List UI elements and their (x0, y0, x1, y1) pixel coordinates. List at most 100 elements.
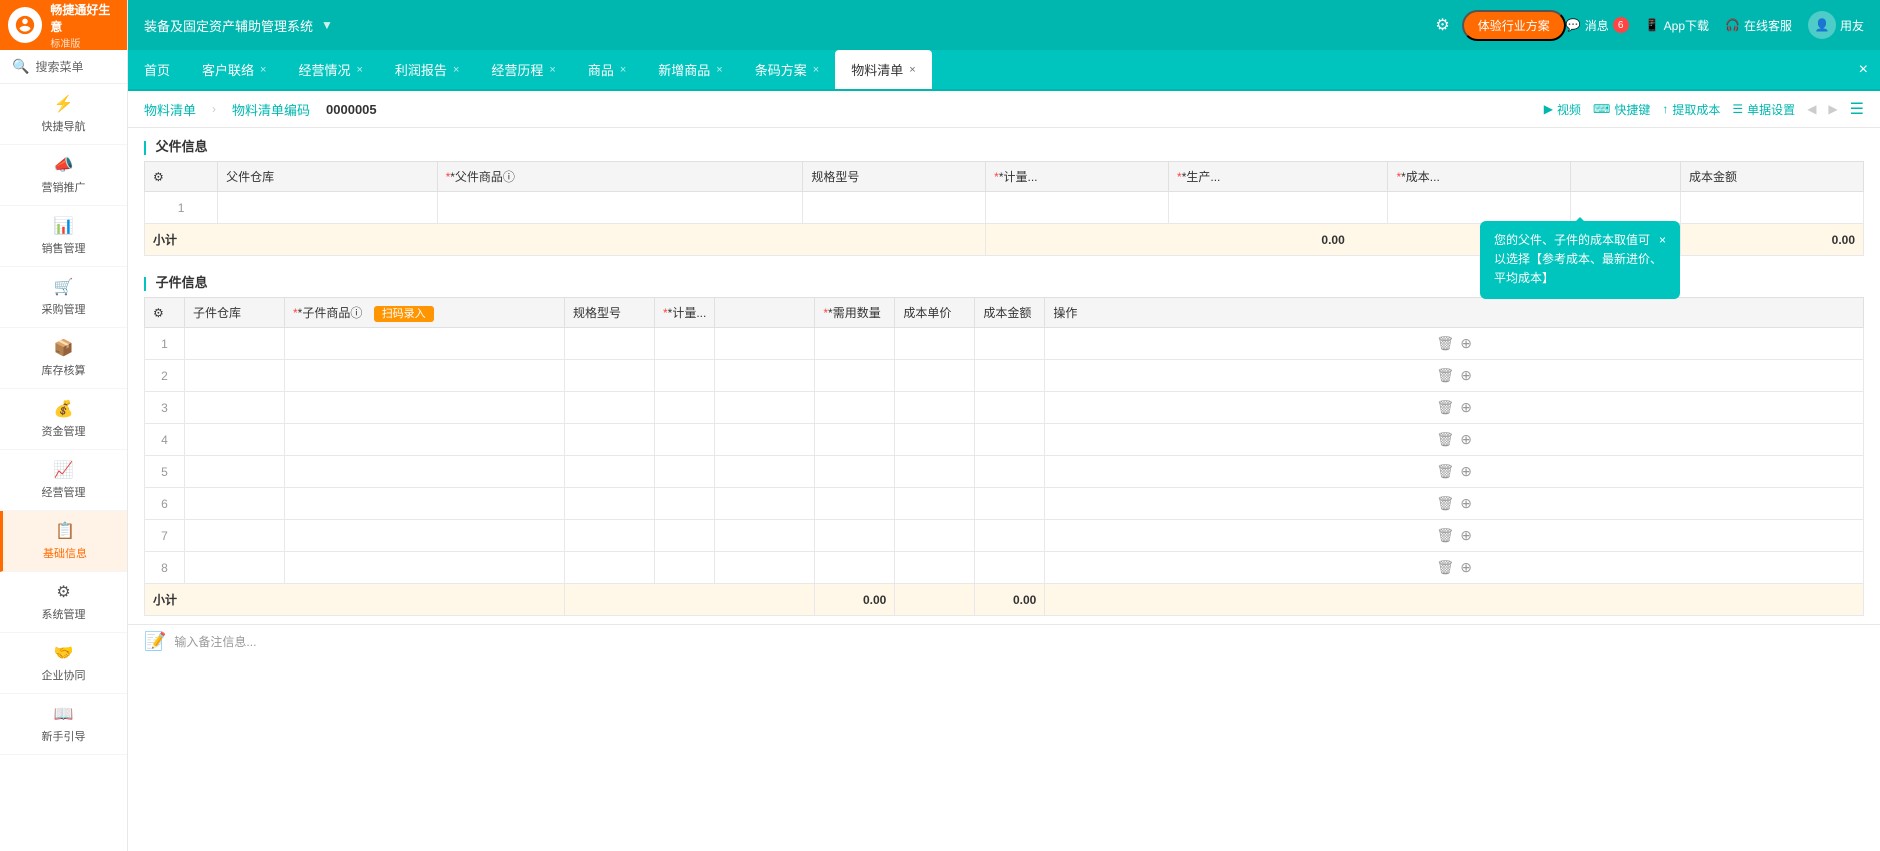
tooltip-close-button[interactable]: × (1659, 231, 1666, 250)
tab-close-icon[interactable]: × (813, 64, 819, 76)
delete-icon[interactable]: 🗑 (1436, 431, 1454, 448)
child-warehouse-cell[interactable] (185, 424, 285, 456)
parent-unit-cell[interactable] (986, 192, 1169, 224)
child-warehouse-cell[interactable] (185, 328, 285, 360)
copy-icon[interactable]: ⊕ (1460, 431, 1472, 448)
copy-icon[interactable]: ⊕ (1460, 495, 1472, 512)
delete-icon[interactable]: 🗑 (1436, 463, 1454, 480)
note-placeholder[interactable]: 输入备注信息... (174, 633, 256, 650)
child-unit-price-cell[interactable] (895, 488, 975, 520)
nav-tab-条码方案[interactable]: 条码方案× (739, 50, 835, 89)
sidebar-item-企业协同[interactable]: 🤝企业协同 (0, 633, 127, 694)
tab-close-icon[interactable]: × (549, 64, 555, 76)
close-all-tabs-button[interactable]: × (1847, 61, 1880, 79)
app-download-button[interactable]: 📱 App下载 (1645, 17, 1709, 34)
child-warehouse-cell[interactable] (185, 360, 285, 392)
child-qty-cell[interactable] (815, 456, 895, 488)
nav-next-icon[interactable]: ▶ (1828, 102, 1837, 116)
nav-tab-物料清单[interactable]: 物料清单× (835, 50, 931, 89)
sidebar-item-资金管理[interactable]: 💰资金管理 (0, 389, 127, 450)
sidebar-item-采购管理[interactable]: 🛒采购管理 (0, 267, 127, 328)
copy-icon[interactable]: ⊕ (1460, 367, 1472, 384)
nav-tab-商品[interactable]: 商品× (572, 50, 642, 89)
child-warehouse-cell[interactable] (185, 520, 285, 552)
breadcrumb-list[interactable]: 物料清单 (144, 100, 196, 119)
trial-button[interactable]: 体验行业方案 (1462, 10, 1566, 41)
child-unit-cell[interactable] (655, 456, 715, 488)
child-product-cell[interactable] (285, 488, 565, 520)
doc-settings-action[interactable]: ☰ 单据设置 (1732, 101, 1795, 118)
child-product-cell[interactable] (285, 552, 565, 584)
child-spec-cell[interactable] (565, 520, 655, 552)
parent-cost-cell[interactable] (1388, 192, 1571, 224)
nav-tab-经营情况[interactable]: 经营情况× (282, 50, 378, 89)
child-col-settings[interactable]: ⚙ (145, 298, 185, 328)
child-product-cell[interactable] (285, 328, 565, 360)
child-spec-cell[interactable] (565, 360, 655, 392)
child-unit-price-cell[interactable] (895, 552, 975, 584)
list-view-icon[interactable]: ☰ (1850, 99, 1864, 119)
sidebar-item-基础信息[interactable]: 📋基础信息 (0, 511, 127, 572)
child-spec-cell[interactable] (565, 328, 655, 360)
child-warehouse-cell[interactable] (185, 392, 285, 424)
sidebar-item-营销推广[interactable]: 📣营销推广 (0, 145, 127, 206)
child-spec-cell[interactable] (565, 424, 655, 456)
child-qty-cell[interactable] (815, 552, 895, 584)
child-product-cell[interactable] (285, 392, 565, 424)
nav-tab-新增商品[interactable]: 新增商品× (642, 50, 738, 89)
child-qty-cell[interactable] (815, 424, 895, 456)
child-unit-price-cell[interactable] (895, 328, 975, 360)
delete-icon[interactable]: 🗑 (1436, 495, 1454, 512)
delete-icon[interactable]: 🗑 (1436, 399, 1454, 416)
system-dropdown-arrow[interactable]: ▼ (321, 18, 333, 32)
child-qty-cell[interactable] (815, 360, 895, 392)
copy-icon[interactable]: ⊕ (1460, 335, 1472, 352)
sidebar-item-新手引导[interactable]: 📖新手引导 (0, 694, 127, 755)
child-unit-cell[interactable] (655, 488, 715, 520)
shortcut-action[interactable]: ⌨ 快捷键 (1593, 101, 1650, 118)
nav-prev-icon[interactable]: ◀ (1807, 102, 1816, 116)
child-unit-cell[interactable] (655, 328, 715, 360)
child-unit-cell[interactable] (655, 552, 715, 584)
tab-close-icon[interactable]: × (453, 64, 459, 76)
nav-tab-利润报告[interactable]: 利润报告× (379, 50, 475, 89)
child-unit-price-cell[interactable] (895, 360, 975, 392)
copy-icon[interactable]: ⊕ (1460, 559, 1472, 576)
child-product-cell[interactable] (285, 456, 565, 488)
child-unit-cell[interactable] (655, 424, 715, 456)
nav-tab-经营历程[interactable]: 经营历程× (475, 50, 571, 89)
child-qty-cell[interactable] (815, 392, 895, 424)
tab-close-icon[interactable]: × (620, 64, 626, 76)
extract-cost-action[interactable]: ↑ 提取成本 (1662, 101, 1720, 118)
child-qty-cell[interactable] (815, 328, 895, 360)
tab-close-icon[interactable]: × (260, 64, 266, 76)
video-action[interactable]: ▶ 视频 (1544, 101, 1581, 118)
child-warehouse-cell[interactable] (185, 552, 285, 584)
search-menu-item[interactable]: 🔍 搜索菜单 (0, 50, 127, 84)
copy-icon[interactable]: ⊕ (1460, 527, 1472, 544)
user-avatar[interactable]: 👤 用友 (1808, 11, 1864, 39)
copy-icon[interactable]: ⊕ (1460, 463, 1472, 480)
child-unit-cell[interactable] (655, 360, 715, 392)
parent-production-cell[interactable] (1169, 192, 1388, 224)
child-warehouse-cell[interactable] (185, 488, 285, 520)
nav-tab-首页[interactable]: 首页 (128, 50, 186, 89)
nav-tab-客户联络[interactable]: 客户联络× (186, 50, 282, 89)
child-product-cell[interactable] (285, 424, 565, 456)
delete-icon[interactable]: 🗑 (1436, 527, 1454, 544)
sidebar-item-快捷导航[interactable]: ⚡快捷导航 (0, 84, 127, 145)
tab-close-icon[interactable]: × (909, 64, 915, 76)
copy-icon[interactable]: ⊕ (1460, 399, 1472, 416)
child-warehouse-cell[interactable] (185, 456, 285, 488)
delete-icon[interactable]: 🗑 (1436, 367, 1454, 384)
tab-close-icon[interactable]: × (356, 64, 362, 76)
child-unit-cell[interactable] (655, 392, 715, 424)
parent-col-settings[interactable]: ⚙ (145, 162, 218, 192)
child-spec-cell[interactable] (565, 392, 655, 424)
child-unit-price-cell[interactable] (895, 392, 975, 424)
messages-button[interactable]: 💬 消息 6 (1566, 17, 1629, 34)
sidebar-item-库存核算[interactable]: 📦库存核算 (0, 328, 127, 389)
scan-button[interactable]: 扫码录入 (374, 306, 434, 322)
child-spec-cell[interactable] (565, 488, 655, 520)
tab-close-icon[interactable]: × (716, 64, 722, 76)
